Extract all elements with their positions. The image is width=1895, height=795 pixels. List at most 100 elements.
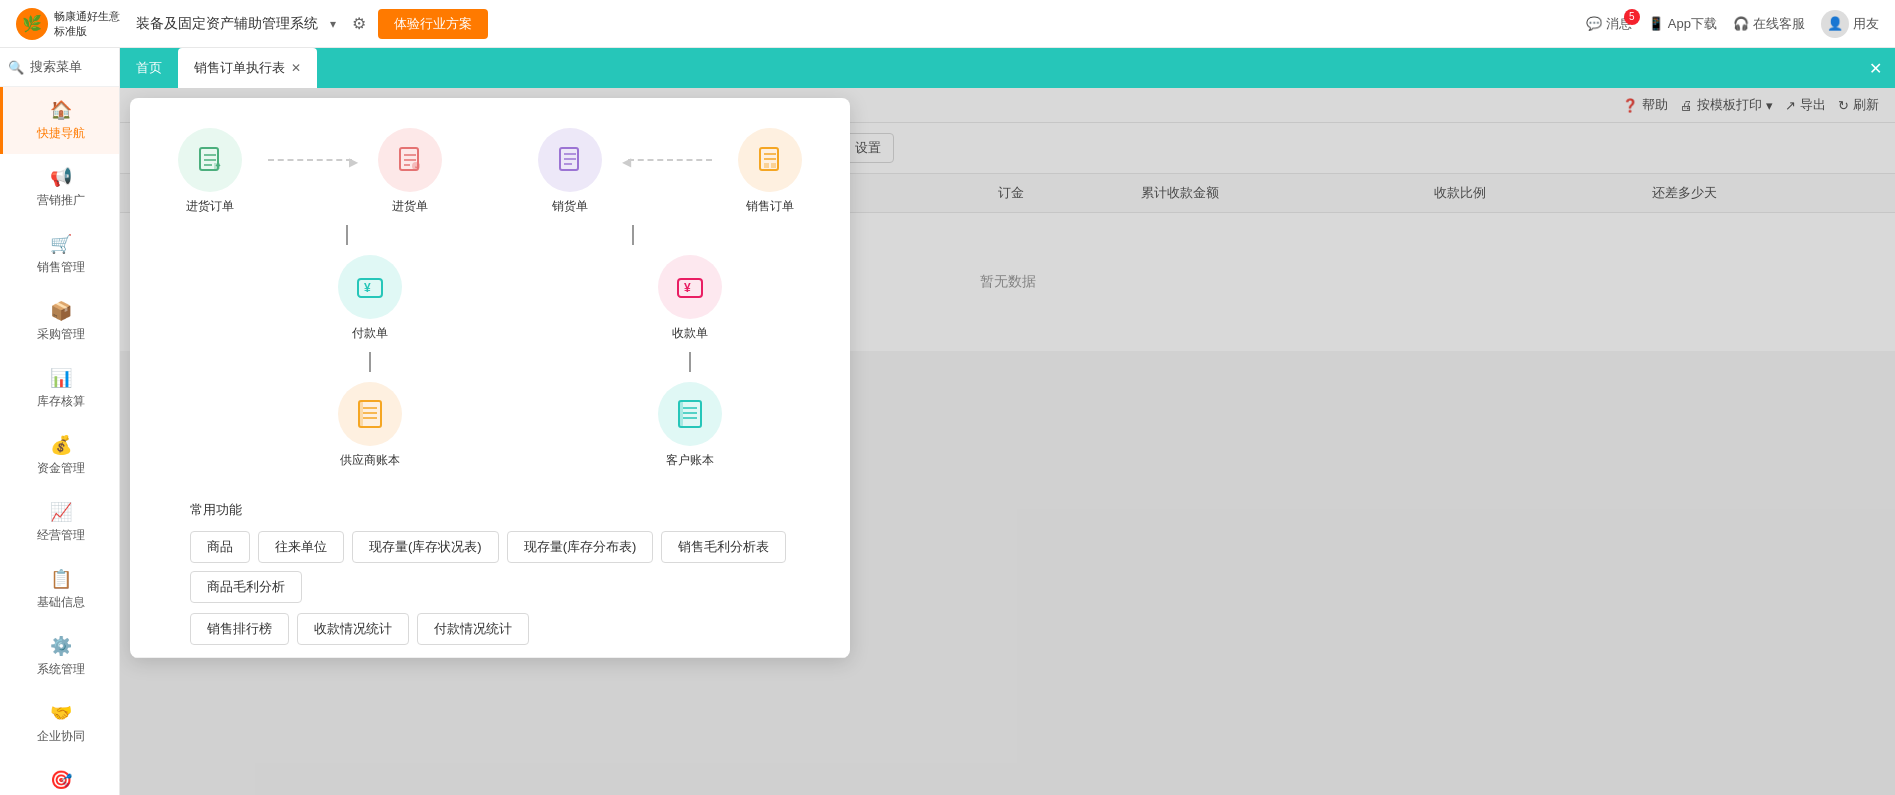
popup-content: 进货订单 ▶ — [130, 98, 850, 645]
message-badge: 5 — [1624, 9, 1640, 25]
func-btn-stock-status[interactable]: 现存量(库存状况表) — [352, 531, 499, 563]
sidebar-item-enterprise[interactable]: 🤝 企业协同 — [0, 690, 119, 757]
func-btn-stock-dist[interactable]: 现存量(库存分布表) — [507, 531, 654, 563]
system-dropdown-button[interactable]: ▾ — [326, 15, 340, 33]
system-icon: ⚙️ — [50, 635, 72, 657]
user-label: 用友 — [1853, 15, 1879, 33]
download-icon: 📱 — [1648, 16, 1664, 31]
sidebar-item-purchase[interactable]: 📦 采购管理 — [0, 288, 119, 355]
purchase-bill-label: 进货单 — [392, 198, 428, 215]
sidebar-label-system: 系统管理 — [37, 661, 85, 678]
flow-node-purchase-order[interactable]: 进货订单 — [160, 128, 260, 215]
sidebar-item-operations[interactable]: 📈 经营管理 — [0, 489, 119, 556]
inventory-icon: 📊 — [50, 367, 72, 389]
svg-rect-26 — [359, 401, 363, 427]
sidebar-label-basic-info: 基础信息 — [37, 594, 85, 611]
svg-text:¥: ¥ — [684, 281, 691, 295]
func-btn-sales-rank[interactable]: 销售排行榜 — [190, 613, 289, 645]
flow-node-purchase-bill[interactable]: ✓ 进货单 — [360, 128, 460, 215]
tab-home-label: 首页 — [136, 59, 162, 77]
sidebar-item-finance[interactable]: 💰 资金管理 — [0, 422, 119, 489]
app-download-button[interactable]: 📱 App下载 — [1648, 15, 1717, 33]
tab-home[interactable]: 首页 — [120, 48, 178, 88]
enterprise-icon: 🤝 — [50, 702, 72, 724]
logo-area: 🌿 畅康通好生意 标准版 — [16, 8, 136, 40]
sidebar-label-finance: 资金管理 — [37, 460, 85, 477]
customer-ledger-icon — [674, 398, 706, 430]
sidebar-item-sales[interactable]: 🛒 销售管理 — [0, 221, 119, 288]
sidebar-item-marketing[interactable]: 📢 营销推广 — [0, 154, 119, 221]
payment-label: 付款单 — [352, 325, 388, 342]
sidebar-item-quick-nav[interactable]: 🏠 快捷导航 — [0, 87, 119, 154]
basic-info-icon: 📋 — [50, 568, 72, 590]
flow-arrows-down-row — [160, 223, 820, 247]
func-buttons-row1: 商品 往来单位 现存量(库存状况表) 现存量(库存分布表) 销售毛利分析表 商品… — [190, 531, 790, 603]
sidebar-item-guide[interactable]: 🎯 新手引导 — [0, 757, 119, 795]
flow-popup-overlay: 进货订单 ▶ — [120, 88, 1895, 795]
flow-node-receipt[interactable]: ¥ 收款单 — [640, 255, 740, 342]
sidebar-label-inventory: 库存核算 — [37, 393, 85, 410]
sidebar-item-inventory[interactable]: 📊 库存核算 — [0, 355, 119, 422]
sidebar-label-operations: 经营管理 — [37, 527, 85, 544]
message-button[interactable]: 💬 消息 5 — [1586, 15, 1632, 33]
payment-icon: ¥ — [354, 271, 386, 303]
message-icon: 💬 — [1586, 16, 1602, 31]
receipt-icon: ¥ — [674, 271, 706, 303]
sales-order-label: 销售订单 — [746, 198, 794, 215]
marketing-icon: 📢 — [50, 166, 72, 188]
func-btn-payment-stats[interactable]: 付款情况统计 — [417, 613, 529, 645]
svg-rect-17 — [771, 163, 776, 168]
arrow-down-receipt — [640, 352, 740, 372]
receipt-circle: ¥ — [658, 255, 722, 319]
svg-text:¥: ¥ — [364, 281, 371, 295]
service-icon: 🎧 — [1733, 16, 1749, 31]
experience-button[interactable]: 体验行业方案 — [378, 9, 488, 39]
user-area[interactable]: 👤 用友 — [1821, 10, 1879, 38]
logo-text-line1: 畅康通好生意 — [54, 9, 120, 23]
flow-node-sales-order[interactable]: 销售订单 — [720, 128, 820, 215]
flow-row-2: ¥ 付款单 — [160, 255, 820, 342]
tab-bar: 首页 销售订单执行表 ✕ ✕ — [120, 48, 1895, 88]
finance-icon: 💰 — [50, 434, 72, 456]
search-menu-item[interactable]: 🔍 搜索菜单 — [0, 48, 119, 87]
func-buttons-row2: 销售排行榜 收款情况统计 付款情况统计 — [190, 613, 790, 645]
tab-bar-close-button[interactable]: ✕ — [1855, 48, 1895, 88]
online-service-button[interactable]: 🎧 在线客服 — [1733, 15, 1805, 33]
func-btn-product-profit[interactable]: 商品毛利分析 — [190, 571, 302, 603]
header-right: 💬 消息 5 📱 App下载 🎧 在线客服 👤 用友 — [1586, 10, 1879, 38]
purchase-order-circle — [178, 128, 242, 192]
guide-icon: 🎯 — [50, 769, 72, 791]
logo-text-line2: 标准版 — [54, 24, 120, 38]
sales-bill-icon — [554, 144, 586, 176]
operations-icon: 📈 — [50, 501, 72, 523]
sales-icon: 🛒 — [50, 233, 72, 255]
func-btn-product[interactable]: 商品 — [190, 531, 250, 563]
supplier-ledger-circle — [338, 382, 402, 446]
top-header: 🌿 畅康通好生意 标准版 装备及固定资产辅助管理系统 ▾ ⚙ 体验行业方案 💬 … — [0, 0, 1895, 48]
tab-sales-order-exec[interactable]: 销售订单执行表 ✕ — [178, 48, 317, 88]
func-btn-sales-profit[interactable]: 销售毛利分析表 — [661, 531, 786, 563]
logo-icon: 🌿 — [16, 8, 48, 40]
flow-row-3: 供应商账本 — [160, 382, 820, 469]
func-btn-partners[interactable]: 往来单位 — [258, 531, 344, 563]
online-service-label: 在线客服 — [1753, 15, 1805, 33]
arrow-sales-order-to-bill: ◀ — [620, 159, 720, 185]
flow-node-supplier-ledger[interactable]: 供应商账本 — [320, 382, 420, 469]
func-btn-receipt-stats[interactable]: 收款情况统计 — [297, 613, 409, 645]
flow-node-customer-ledger[interactable]: 客户账本 — [640, 382, 740, 469]
flow-diagram: 进货订单 ▶ — [160, 128, 820, 477]
page-content: ❓ 帮助 🖨 按模板打印 ▾ ↗ 导出 ↻ 刷新 — [120, 88, 1895, 795]
payment-circle: ¥ — [338, 255, 402, 319]
sidebar-label-sales: 销售管理 — [37, 259, 85, 276]
purchase-order-label: 进货订单 — [186, 198, 234, 215]
purchase-bill-circle: ✓ — [378, 128, 442, 192]
sidebar-item-system[interactable]: ⚙️ 系统管理 — [0, 623, 119, 690]
sidebar-label-marketing: 营销推广 — [37, 192, 85, 209]
flow-node-payment[interactable]: ¥ 付款单 — [320, 255, 420, 342]
arrow-down-purchase-bill — [303, 225, 392, 245]
user-avatar: 👤 — [1821, 10, 1849, 38]
sidebar-item-basic-info[interactable]: 📋 基础信息 — [0, 556, 119, 623]
flow-node-sales-bill[interactable]: 销货单 — [520, 128, 620, 215]
settings-button[interactable]: ⚙ — [348, 10, 370, 37]
tab-close-icon[interactable]: ✕ — [291, 61, 301, 75]
